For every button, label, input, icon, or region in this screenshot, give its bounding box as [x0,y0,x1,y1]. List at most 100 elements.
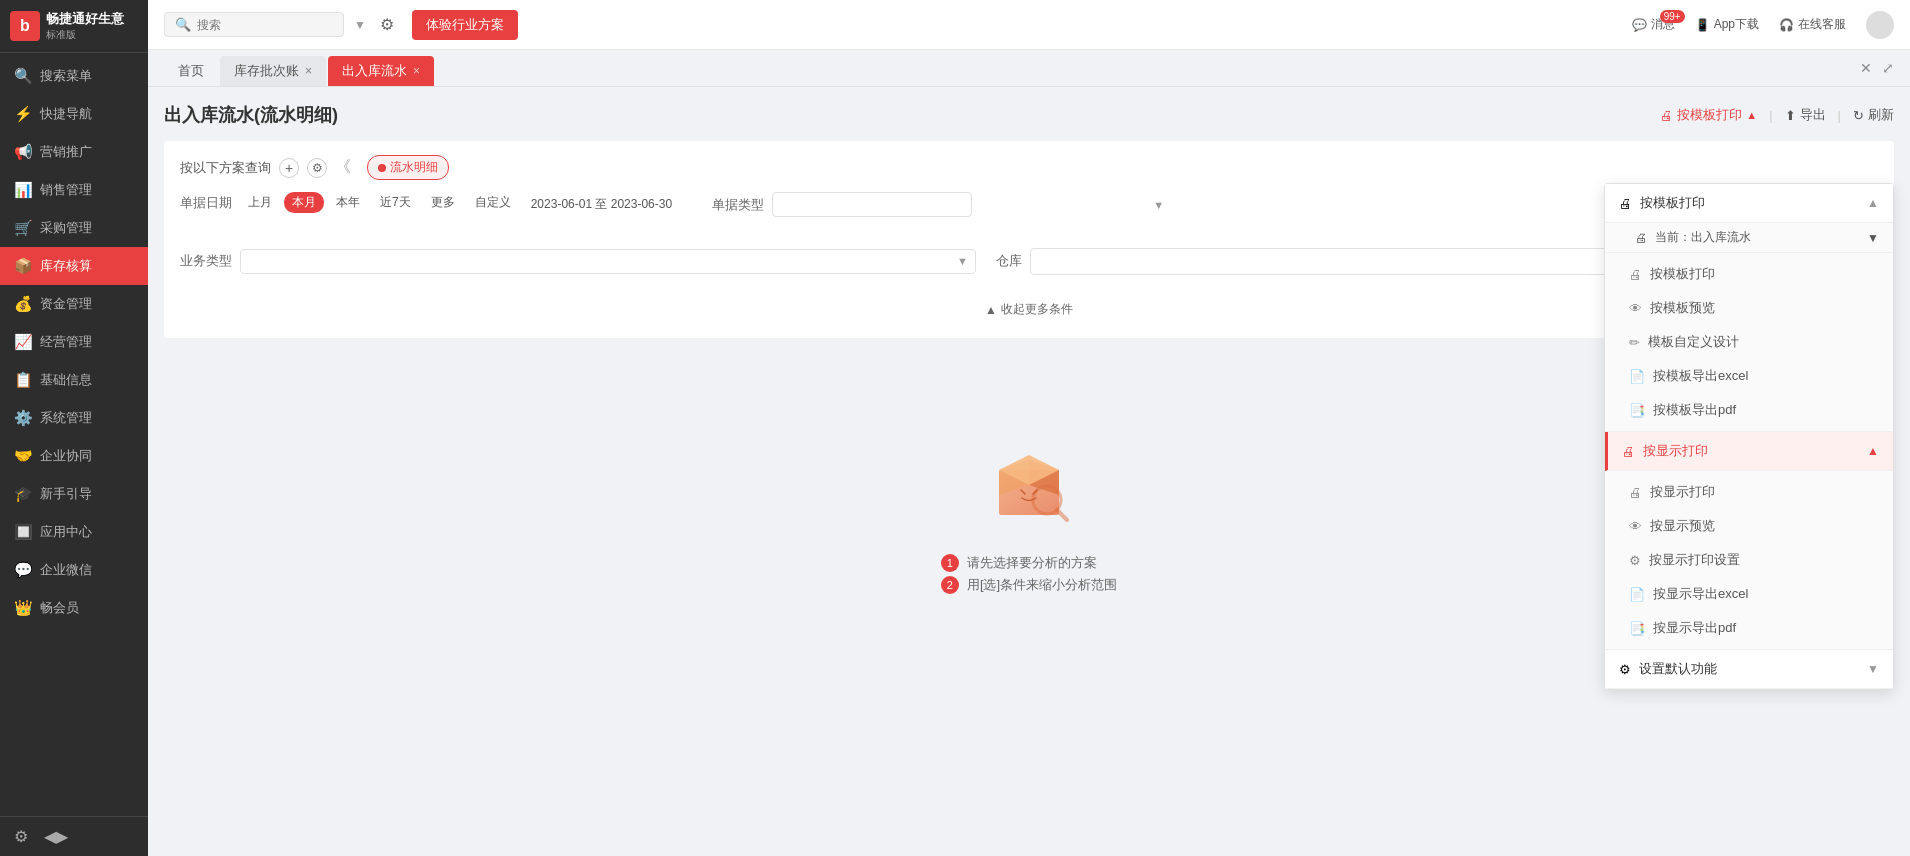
sidebar-item-label: 库存核算 [40,257,92,275]
filter-header: 按以下方案查询 + ⚙ 《 流水明细 [180,155,1878,180]
svg-line-5 [1057,510,1067,520]
display-pdf-label: 按显示导出pdf [1653,619,1736,637]
date-opt-7days[interactable]: 近7天 [372,192,419,213]
sidebar-item-label: 畅会员 [40,599,79,617]
sales-icon: 📊 [14,181,32,199]
date-opt-custom[interactable]: 自定义 [467,192,519,213]
empty-illustration [979,430,1079,530]
dropdown-item-template-preview[interactable]: 👁 按模板预览 [1605,291,1893,325]
refresh-icon: ↻ [1853,108,1864,123]
appcenter-icon: 🔲 [14,523,32,541]
date-label: 单据日期 [180,194,232,212]
divider1: | [1769,108,1772,123]
print-dropdown-button[interactable]: 🖨 按模板打印 ▲ [1660,106,1757,124]
dropdown-item-template-pdf[interactable]: 📑 按模板导出pdf [1605,393,1893,427]
set-default-label: 设置默认功能 [1639,660,1717,678]
current-template-label: 当前：出入库流水 [1655,229,1751,246]
display-print-section-icon: 🖨 [1622,444,1635,459]
search-input[interactable] [197,18,333,32]
filter-setting-button[interactable]: ⚙ [307,158,327,178]
tab-stock-flow[interactable]: 出入库流水 × [328,56,434,86]
trial-button[interactable]: 体验行业方案 [412,10,518,40]
display-excel-label: 按显示导出excel [1653,585,1748,603]
filter-tag[interactable]: 流水明细 [367,155,449,180]
content-area: 出入库流水(流水明细) 🖨 按模板打印 ▲ | ⬆ 导出 | ↻ 刷新 [148,87,1910,856]
dropdown-item-display-preview[interactable]: 👁 按显示预览 [1605,509,1893,543]
sidebar-item-label: 新手引导 [40,485,92,503]
collapse-up-icon: ▲ [985,303,997,317]
dropdown-item-display-pdf[interactable]: 📑 按显示导出pdf [1605,611,1893,645]
doc-type-chevron-icon: ▼ [1153,199,1164,211]
tab-close-all-icon[interactable]: ✕ [1860,60,1872,76]
tab-inventory-batch[interactable]: 库存批次账 × [220,56,326,86]
sidebar-item-marketing[interactable]: 📢 营销推广 [0,133,148,171]
sidebar-item-search[interactable]: 🔍 搜索菜单 [0,57,148,95]
biz-type-select[interactable] [240,249,976,274]
tab-stock-flow-close[interactable]: × [413,64,420,78]
sidebar-item-app-center[interactable]: 🔲 应用中心 [0,513,148,551]
dropdown-template-print-header[interactable]: 🖨 按模板打印 ▲ [1605,184,1893,223]
date-opt-this-month[interactable]: 本月 [284,192,324,213]
dropdown-item-template-excel[interactable]: 📄 按模板导出excel [1605,359,1893,393]
dropdown-title-chevron-icon: ▲ [1867,196,1879,210]
sidebar-item-quick-nav[interactable]: ⚡ 快捷导航 [0,95,148,133]
sidebar-item-sales[interactable]: 📊 销售管理 [0,171,148,209]
sidebar-item-vip[interactable]: 👑 畅会员 [0,589,148,627]
empty-tip-2: 2 用[选]条件来缩小分析范围 [941,576,1117,594]
warehouse-label: 仓库 [996,252,1022,270]
sidebar-item-label: 资金管理 [40,295,92,313]
topbar-gear-icon[interactable]: ⚙ [380,15,394,34]
date-opt-this-year[interactable]: 本年 [328,192,368,213]
export-button[interactable]: ⬆ 导出 [1785,106,1826,124]
system-icon: ⚙️ [14,409,32,427]
date-opt-more[interactable]: 更多 [423,192,463,213]
dropdown-item-display-excel[interactable]: 📄 按显示导出excel [1605,577,1893,611]
dropdown-set-default-header[interactable]: ⚙ 设置默认功能 ▼ [1605,650,1893,689]
filter-add-button[interactable]: + [279,158,299,178]
doc-type-select[interactable] [772,192,972,217]
topbar-search[interactable]: 🔍 [164,12,344,37]
filter-collapse-icon[interactable]: 《 [335,157,351,178]
sidebar-item-label: 营销推广 [40,143,92,161]
tab-maximize-icon[interactable]: ⤢ [1882,60,1894,76]
sidebar-item-enterprise[interactable]: 🤝 企业协同 [0,437,148,475]
guide-icon: 🎓 [14,485,32,503]
tab-home[interactable]: 首页 [164,56,218,86]
dropdown-current-item[interactable]: 🖨 当前：出入库流水 ▼ [1605,223,1893,253]
sidebar-item-wechat[interactable]: 💬 企业微信 [0,551,148,589]
refresh-button[interactable]: ↻ 刷新 [1853,106,1894,124]
finance-icon: 💰 [14,295,32,313]
tab-inventory-batch-label: 库存批次账 [234,62,299,80]
sidebar-item-operations[interactable]: 📈 经营管理 [0,323,148,361]
app-download-button[interactable]: 📱 App下载 [1695,16,1759,33]
headset-icon: 🎧 [1779,18,1794,32]
print-dropdown-panel: 🖨 按模板打印 ▲ 🖨 当前：出入库流水 ▼ 🖨 按模板打印 [1604,183,1894,690]
sidebar-item-label: 应用中心 [40,523,92,541]
online-service-button[interactable]: 🎧 在线客服 [1779,16,1846,33]
tab-inventory-batch-close[interactable]: × [305,64,312,78]
sidebar-item-label: 经营管理 [40,333,92,351]
display-print-section-label: 按显示打印 [1643,442,1708,460]
collapse-label: 收起更多条件 [1001,301,1073,318]
search-dropdown-icon[interactable]: ▼ [354,18,366,32]
collapse-icon[interactable]: ◀▶ [44,827,68,846]
sidebar-item-inventory[interactable]: 📦 库存核算 [0,247,148,285]
user-avatar[interactable] [1866,11,1894,39]
sidebar-item-finance[interactable]: 💰 资金管理 [0,285,148,323]
display-print-icon: 🖨 [1629,485,1642,500]
date-opt-last-month[interactable]: 上月 [240,192,280,213]
sidebar-item-guide[interactable]: 🎓 新手引导 [0,475,148,513]
dropdown-item-template-print[interactable]: 🖨 按模板打印 [1605,257,1893,291]
dropdown-item-template-design[interactable]: ✏ 模板自定义设计 [1605,325,1893,359]
settings-icon[interactable]: ⚙ [14,827,28,846]
doc-type-label: 单据类型 [712,196,764,214]
message-button[interactable]: 💬 消息 99+ [1632,16,1675,33]
dropdown-display-print-header[interactable]: 🖨 按显示打印 ▲ [1605,432,1893,471]
sidebar-item-purchase[interactable]: 🛒 采购管理 [0,209,148,247]
dropdown-item-display-settings[interactable]: ⚙ 按显示打印设置 [1605,543,1893,577]
wechat-icon: 💬 [14,561,32,579]
sidebar-item-system[interactable]: ⚙️ 系统管理 [0,399,148,437]
dropdown-item-display-print[interactable]: 🖨 按显示打印 [1605,475,1893,509]
refresh-label: 刷新 [1868,106,1894,124]
sidebar-item-basic-info[interactable]: 📋 基础信息 [0,361,148,399]
